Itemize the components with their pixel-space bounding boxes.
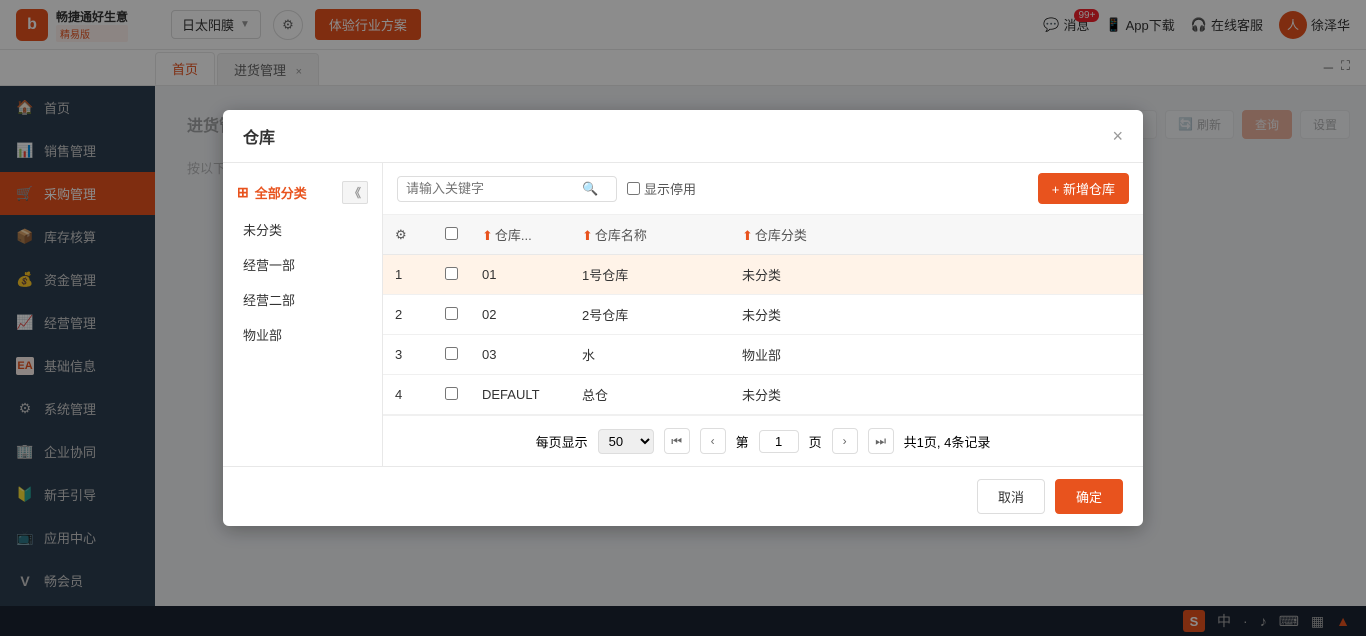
cell-checkbox[interactable] — [433, 375, 470, 415]
show-disabled-label[interactable]: 显示停用 — [627, 179, 696, 198]
page-end-label: 页 — [809, 432, 822, 451]
cell-code: 01 — [470, 255, 570, 295]
search-box[interactable]: 🔍 — [397, 176, 617, 202]
cancel-button[interactable]: 取消 — [977, 479, 1045, 514]
col-checkbox — [433, 215, 470, 255]
table-row[interactable]: 4 DEFAULT 总仓 未分类 — [383, 375, 1143, 415]
table-row[interactable]: 2 02 2号仓库 未分类 — [383, 295, 1143, 335]
table-body: 1 01 1号仓库 未分类 2 02 2号仓库 未分类 — [383, 255, 1143, 415]
sort-icon-name: ⬆ — [582, 228, 593, 243]
cell-num: 1 — [383, 255, 433, 295]
cell-checkbox[interactable] — [433, 295, 470, 335]
modal-title: 仓库 — [243, 124, 275, 148]
cell-name: 1号仓库 — [570, 255, 730, 295]
cell-code: 03 — [470, 335, 570, 375]
all-categories-item[interactable]: ⊞ 全部分类 《 — [223, 173, 382, 212]
search-input[interactable] — [406, 181, 576, 196]
cell-checkbox[interactable] — [433, 255, 470, 295]
select-all-checkbox[interactable] — [445, 227, 458, 240]
table-head: ⚙ ⬆仓库... ⬆仓库名称 ⬆仓库分类 — [383, 215, 1143, 255]
table-row[interactable]: 3 03 水 物业部 — [383, 335, 1143, 375]
add-warehouse-button[interactable]: + 新增仓库 — [1038, 173, 1129, 204]
data-table: ⚙ ⬆仓库... ⬆仓库名称 ⬆仓库分类 — [383, 215, 1143, 415]
cell-num: 4 — [383, 375, 433, 415]
cell-code: 02 — [470, 295, 570, 335]
category-item-property[interactable]: 物业部 — [223, 317, 382, 352]
cell-name: 水 — [570, 335, 730, 375]
col-code[interactable]: ⬆仓库... — [470, 215, 570, 255]
warehouse-table: ⚙ ⬆仓库... ⬆仓库名称 ⬆仓库分类 — [383, 215, 1143, 415]
panel-toolbar: 🔍 显示停用 + 新增仓库 — [383, 163, 1143, 215]
prev-page-button[interactable]: ‹ — [700, 428, 726, 454]
modal-body: ⊞ 全部分类 《 未分类 经营一部 经营二部 物业部 🔍 显示停用 + 新增仓库 — [223, 163, 1143, 466]
total-info: 共1页, 4条记录 — [904, 432, 991, 451]
sort-icon: ⬆ — [482, 228, 493, 243]
next-page-button[interactable]: › — [832, 428, 858, 454]
category-item-uncategorized[interactable]: 未分类 — [223, 212, 382, 247]
col-category[interactable]: ⬆仓库分类 — [730, 215, 1143, 255]
sort-icon-cat: ⬆ — [742, 228, 753, 243]
modal-close-button[interactable]: × — [1112, 127, 1123, 145]
warehouse-modal: 仓库 × ⊞ 全部分类 《 未分类 经营一部 经营二部 物业部 🔍 — [223, 110, 1143, 526]
per-page-select[interactable]: 50 20 100 — [598, 429, 654, 454]
cell-code: DEFAULT — [470, 375, 570, 415]
category-item-dept1[interactable]: 经营一部 — [223, 247, 382, 282]
cell-category: 未分类 — [730, 295, 1143, 335]
cell-checkbox[interactable] — [433, 335, 470, 375]
collapse-button[interactable]: 《 — [342, 181, 368, 204]
show-disabled-checkbox[interactable] — [627, 182, 640, 195]
confirm-button[interactable]: 确定 — [1055, 479, 1123, 514]
per-page-label: 每页显示 — [536, 432, 588, 451]
cell-name: 总仓 — [570, 375, 730, 415]
category-item-dept2[interactable]: 经营二部 — [223, 282, 382, 317]
cell-category: 未分类 — [730, 375, 1143, 415]
table-row[interactable]: 1 01 1号仓库 未分类 — [383, 255, 1143, 295]
first-page-button[interactable]: ⏮ — [664, 428, 690, 454]
all-categories-label: 全部分类 — [255, 183, 307, 202]
modal-footer: 取消 确定 — [223, 466, 1143, 526]
main-panel: 🔍 显示停用 + 新增仓库 ⚙ ⬆仓库... — [383, 163, 1143, 466]
grid-icon: ⊞ — [237, 184, 249, 201]
pagination: 每页显示 50 20 100 ⏮ ‹ 第 页 › ⏭ 共1页, 4条记录 — [383, 415, 1143, 466]
search-icon[interactable]: 🔍 — [582, 181, 598, 197]
cell-category: 未分类 — [730, 255, 1143, 295]
cell-category: 物业部 — [730, 335, 1143, 375]
page-label: 第 — [736, 432, 749, 451]
col-name[interactable]: ⬆仓库名称 — [570, 215, 730, 255]
page-input[interactable] — [759, 430, 799, 453]
modal-header: 仓库 × — [223, 110, 1143, 163]
col-gear: ⚙ — [383, 215, 433, 255]
cell-num: 2 — [383, 295, 433, 335]
category-panel: ⊞ 全部分类 《 未分类 经营一部 经营二部 物业部 — [223, 163, 383, 466]
cell-name: 2号仓库 — [570, 295, 730, 335]
cell-num: 3 — [383, 335, 433, 375]
last-page-button[interactable]: ⏭ — [868, 428, 894, 454]
